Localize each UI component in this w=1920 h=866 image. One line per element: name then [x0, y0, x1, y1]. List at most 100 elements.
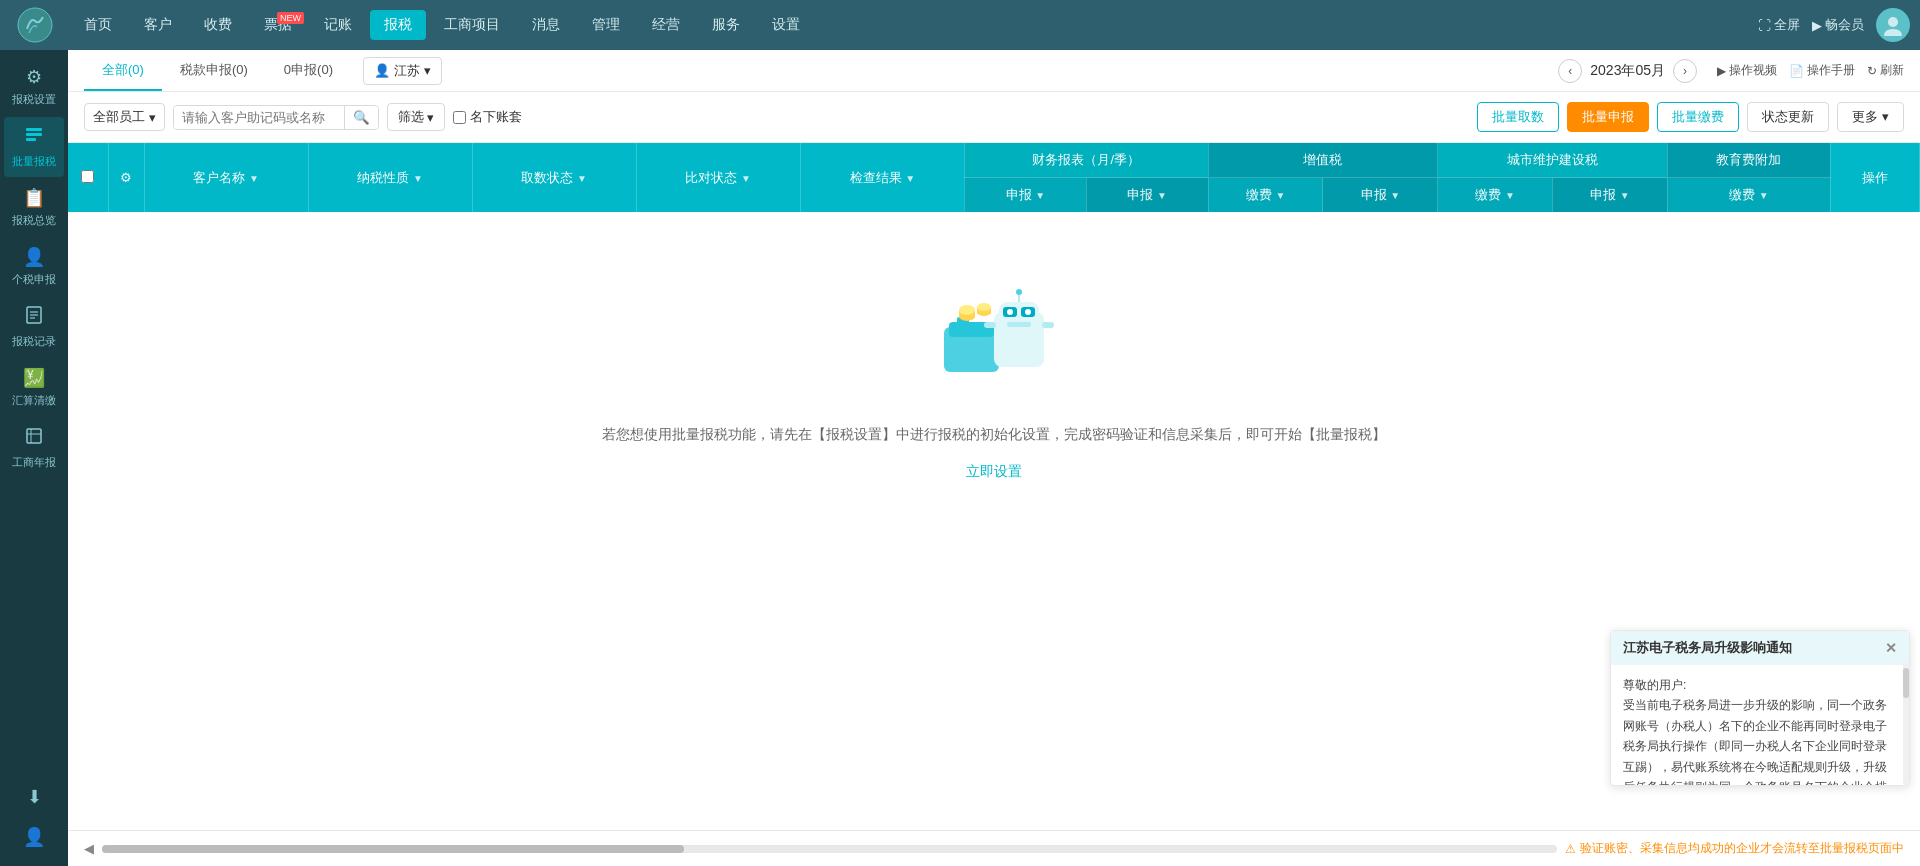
sub-tab-zero[interactable]: 0申报(0): [266, 51, 351, 91]
tax-records-icon: [24, 305, 44, 330]
taxtype-filter-icon[interactable]: ▼: [413, 173, 423, 184]
download-icon: ⬇: [27, 786, 42, 808]
svg-rect-22: [999, 302, 1039, 332]
sidebar: ⚙ 报税设置 批量报税 📋 报税总览 👤 个税申报: [0, 50, 68, 866]
nav-accounting[interactable]: 记账: [310, 10, 366, 40]
nav-service[interactable]: 服务: [698, 10, 754, 40]
notice-popup: 江苏电子税务局升级影响通知 ✕ 尊敬的用户: 受当前电子税务局进一步升级的影响，…: [1610, 630, 1910, 786]
setup-link[interactable]: 立即设置: [966, 463, 1022, 481]
user-avatar[interactable]: [1876, 8, 1910, 42]
fetch-filter-icon[interactable]: ▼: [577, 173, 587, 184]
sidebar-item-settlement[interactable]: 💹 汇算清缴: [4, 359, 64, 416]
status-update-btn[interactable]: 状态更新: [1747, 102, 1829, 132]
province-label: 江苏: [394, 62, 420, 80]
notice-close-btn[interactable]: ✕: [1885, 640, 1897, 656]
svg-point-17: [959, 305, 975, 315]
th-vat-pay: 缴费 ▼: [1208, 178, 1323, 213]
sidebar-label-personal-tax: 个税申报: [12, 272, 56, 287]
th-edu-pay: 缴费 ▼: [1667, 178, 1830, 213]
check-filter-icon[interactable]: ▼: [905, 173, 915, 184]
employee-select-chevron: ▾: [149, 110, 156, 125]
svg-rect-3: [26, 133, 42, 136]
nav-operation[interactable]: 经营: [638, 10, 694, 40]
sub-tab-zero-count: 0: [321, 62, 328, 77]
customer-filter-icon[interactable]: ▼: [249, 173, 259, 184]
top-nav: 首页 客户 收费 票据 NEW 记账 报税 工商项目 消息 管理 经营 服务 设…: [0, 0, 1920, 50]
nav-home[interactable]: 首页: [70, 10, 126, 40]
scroll-left-btn[interactable]: ◀: [84, 841, 94, 856]
nav-items: 首页 客户 收费 票据 NEW 记账 报税 工商项目 消息 管理 经营 服务 设…: [70, 10, 1758, 40]
warning-icon: ⚠: [1565, 842, 1576, 856]
under-account-checkbox-label[interactable]: 名下账套: [453, 108, 522, 126]
svg-rect-31: [1007, 322, 1031, 327]
sub-tab-zero-label: 0申报: [284, 62, 317, 77]
th-edu-declare: 申报 ▼: [1552, 178, 1667, 213]
more-btn[interactable]: 更多 ▾: [1837, 102, 1904, 132]
search-input[interactable]: [174, 106, 344, 129]
batch-tax-icon: [24, 125, 44, 150]
filter-chevron-icon: ▾: [427, 110, 434, 125]
search-box: 🔍: [173, 105, 379, 130]
th-settings[interactable]: ⚙: [108, 143, 144, 212]
refresh-link[interactable]: ↻ 刷新: [1867, 62, 1904, 79]
annual-report-icon: [24, 426, 44, 451]
fullscreen-btn[interactable]: ⛶ 全屏: [1758, 16, 1800, 34]
th-financial-report: 财务报表（月/季）: [964, 143, 1208, 178]
select-all-checkbox[interactable]: [81, 170, 94, 183]
sidebar-item-tax-records[interactable]: 报税记录: [4, 297, 64, 357]
app-logo: [10, 0, 60, 50]
current-month: 2023年05月: [1590, 62, 1665, 80]
sub-tab-all-count: 0: [132, 62, 139, 77]
batch-declare-btn[interactable]: 批量申报: [1567, 102, 1649, 132]
compare-filter-icon[interactable]: ▼: [741, 173, 751, 184]
person-icon: 👤: [374, 63, 390, 78]
th-tax-type: 纳税性质 ▼: [308, 143, 472, 212]
under-account-label: 名下账套: [470, 108, 522, 126]
prev-month-btn[interactable]: ‹: [1558, 59, 1582, 83]
employee-select[interactable]: 全部员工 ▾: [84, 103, 165, 131]
nav-invoice[interactable]: 票据 NEW: [250, 10, 306, 40]
operation-manual-link[interactable]: 📄 操作手册: [1789, 62, 1855, 79]
province-selector[interactable]: 👤 江苏 ▾: [363, 57, 442, 85]
sidebar-label-annual-report: 工商年报: [12, 455, 56, 470]
notice-header: 江苏电子税务局升级影响通知 ✕: [1611, 631, 1909, 665]
sidebar-item-tax-overview[interactable]: 📋 报税总览: [4, 179, 64, 236]
member-btn[interactable]: ▶ 畅会员: [1812, 16, 1864, 34]
batch-fetch-btn[interactable]: 批量取数: [1477, 102, 1559, 132]
nav-message[interactable]: 消息: [518, 10, 574, 40]
user-icon: 👤: [23, 826, 45, 848]
sidebar-item-tax-settings[interactable]: ⚙ 报税设置: [4, 58, 64, 115]
svg-rect-9: [27, 429, 41, 443]
robot-illustration: [929, 272, 1059, 402]
next-month-btn[interactable]: ›: [1673, 59, 1697, 83]
tax-overview-icon: 📋: [23, 187, 45, 209]
th-checkbox[interactable]: [68, 143, 108, 212]
sidebar-item-personal-tax[interactable]: 👤 个税申报: [4, 238, 64, 295]
sub-tab-all[interactable]: 全部(0): [84, 51, 162, 91]
horizontal-scrollbar[interactable]: [102, 845, 1557, 853]
notice-body: 尊敬的用户: 受当前电子税务局进一步升级的影响，同一个政务网账号（办税人）名下的…: [1611, 665, 1909, 785]
nav-tax[interactable]: 报税: [370, 10, 426, 40]
batch-pay-btn[interactable]: 批量缴费: [1657, 102, 1739, 132]
nav-business[interactable]: 工商项目: [430, 10, 514, 40]
th-customer-name: 客户名称 ▼: [144, 143, 308, 212]
under-account-checkbox[interactable]: [453, 111, 466, 124]
search-button[interactable]: 🔍: [344, 106, 378, 129]
nav-customer[interactable]: 客户: [130, 10, 186, 40]
filter-button[interactable]: 筛选 ▾: [387, 103, 445, 131]
notice-scrollbar[interactable]: [1903, 663, 1909, 785]
svg-rect-4: [26, 138, 36, 141]
bottom-tip-text: 验证账密、采集信息均成功的企业才会流转至批量报税页面中: [1580, 840, 1904, 857]
nav-settings[interactable]: 设置: [758, 10, 814, 40]
notice-title: 江苏电子税务局升级影响通知: [1623, 639, 1792, 657]
sub-tab-declare[interactable]: 税款申报(0): [162, 51, 266, 91]
sidebar-item-user[interactable]: 👤: [4, 818, 64, 856]
nav-fee[interactable]: 收费: [190, 10, 246, 40]
sidebar-item-batch-tax[interactable]: 批量报税: [4, 117, 64, 177]
nav-manage[interactable]: 管理: [578, 10, 634, 40]
sidebar-item-download[interactable]: ⬇: [4, 778, 64, 816]
operation-video-link[interactable]: ▶ 操作视频: [1717, 62, 1777, 79]
sidebar-item-annual-report[interactable]: 工商年报: [4, 418, 64, 478]
th-vat-declare: 申报 ▼: [1086, 178, 1208, 213]
svg-point-25: [1007, 309, 1013, 315]
